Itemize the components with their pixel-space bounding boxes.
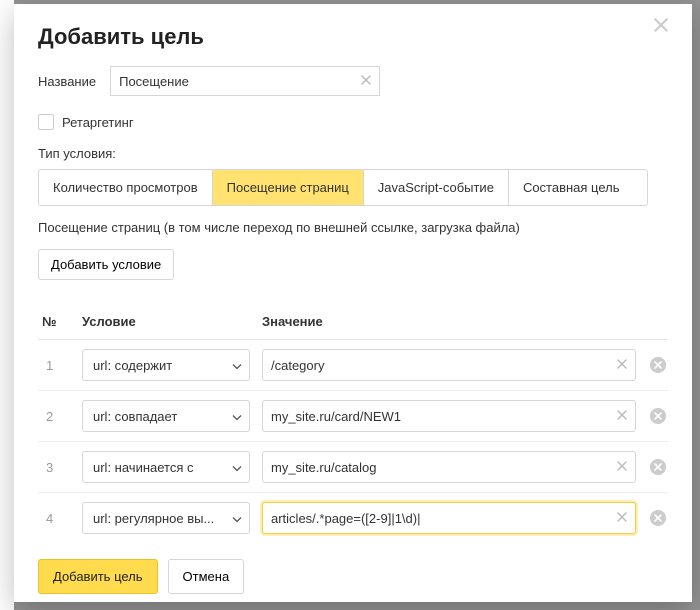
remove-row-icon[interactable]: [648, 355, 668, 375]
remove-row-icon[interactable]: [648, 406, 668, 426]
row-number: 1: [38, 358, 82, 373]
condition-select[interactable]: url: совпадает: [82, 400, 250, 432]
condition-select-value: url: начинается с: [93, 460, 194, 475]
tab-pages[interactable]: Посещение страниц: [213, 170, 364, 205]
retargeting-checkbox[interactable]: [38, 114, 54, 130]
clear-value-icon[interactable]: [616, 460, 630, 474]
row-number: 4: [38, 511, 82, 526]
row-number: 2: [38, 409, 82, 424]
value-input[interactable]: [262, 502, 636, 534]
name-label: Название: [38, 74, 96, 89]
value-input[interactable]: [262, 349, 636, 381]
chevron-down-icon: [232, 511, 242, 526]
submit-button[interactable]: Добавить цель: [38, 559, 158, 594]
condition-select-value: url: совпадает: [93, 409, 177, 424]
condition-type-label: Тип условия:: [38, 146, 668, 161]
table-row: 1 url: содержит: [38, 340, 668, 391]
value-input[interactable]: [262, 400, 636, 432]
table-row: 4 url: регулярное вы...: [38, 493, 668, 543]
retargeting-label: Ретаргетинг: [62, 115, 134, 130]
table-row: 2 url: совпадает: [38, 391, 668, 442]
condition-select[interactable]: url: начинается с: [82, 451, 250, 483]
chevron-down-icon: [232, 358, 242, 373]
close-icon[interactable]: [652, 16, 676, 40]
col-header-num: №: [38, 314, 82, 329]
dialog-title: Добавить цель: [38, 24, 668, 50]
condition-select-value: url: регулярное вы...: [93, 511, 214, 526]
col-header-value: Значение: [262, 314, 668, 329]
chevron-down-icon: [232, 460, 242, 475]
row-number: 3: [38, 460, 82, 475]
add-goal-dialog: Добавить цель Название Ретаргетинг Тип у…: [14, 4, 692, 602]
tab-js-event[interactable]: JavaScript-событие: [364, 170, 509, 205]
clear-value-icon[interactable]: [616, 358, 630, 372]
subtitle-text: Посещение страниц (в том числе переход п…: [38, 220, 668, 235]
tab-views[interactable]: Количество просмотров: [39, 170, 213, 205]
chevron-down-icon: [232, 409, 242, 424]
condition-type-tabs: Количество просмотров Посещение страниц …: [38, 169, 648, 206]
tab-composite[interactable]: Составная цель: [509, 170, 634, 205]
name-input[interactable]: [110, 66, 380, 96]
condition-select-value: url: содержит: [93, 358, 172, 373]
cancel-button[interactable]: Отмена: [168, 559, 245, 594]
table-row: 3 url: начинается с: [38, 442, 668, 493]
value-input[interactable]: [262, 451, 636, 483]
clear-value-icon[interactable]: [616, 511, 630, 525]
remove-row-icon[interactable]: [648, 508, 668, 528]
condition-select[interactable]: url: содержит: [82, 349, 250, 381]
remove-row-icon[interactable]: [648, 457, 668, 477]
col-header-condition: Условие: [82, 314, 262, 329]
condition-select[interactable]: url: регулярное вы...: [82, 502, 250, 534]
add-condition-button[interactable]: Добавить условие: [38, 249, 174, 280]
clear-name-icon[interactable]: [360, 74, 374, 88]
clear-value-icon[interactable]: [616, 409, 630, 423]
